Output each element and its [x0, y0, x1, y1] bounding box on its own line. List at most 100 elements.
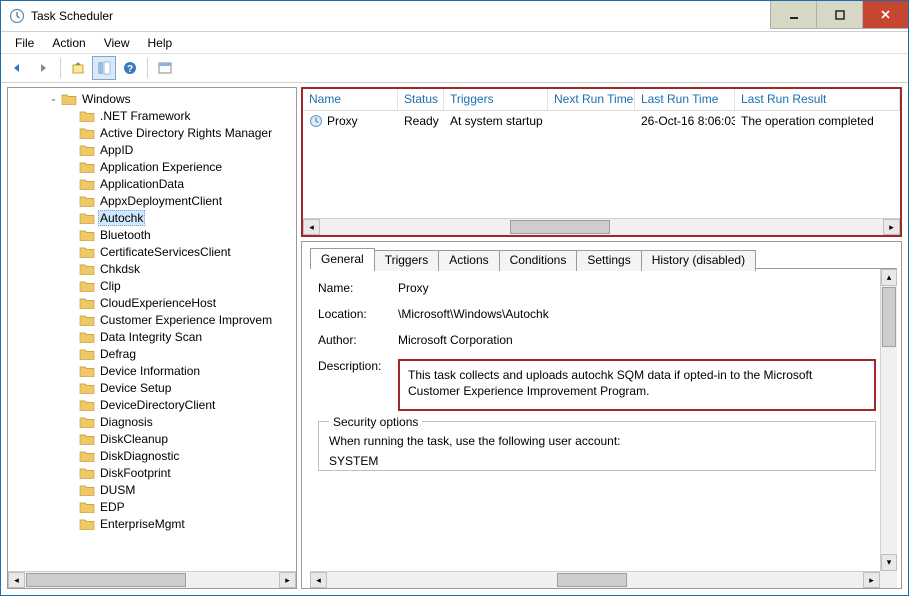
back-button[interactable]	[5, 56, 29, 80]
tree-item-label: DiskDiagnostic	[98, 449, 181, 463]
expand-icon[interactable]	[66, 467, 77, 478]
tree-item[interactable]: Chkdsk	[8, 260, 296, 277]
tree-item[interactable]: DUSM	[8, 481, 296, 498]
tree-item[interactable]: Clip	[8, 277, 296, 294]
tree-pane: ⌄Windows.NET FrameworkActive Directory R…	[7, 87, 297, 589]
tree-hscroll[interactable]: ◂ ▸	[8, 571, 296, 588]
tree-item[interactable]: AppID	[8, 141, 296, 158]
detail-vscroll[interactable]: ▴ ▾	[880, 269, 897, 571]
expand-icon[interactable]: ⌄	[48, 93, 59, 104]
folder-icon	[79, 381, 95, 395]
scroll-left-icon[interactable]: ◂	[8, 572, 25, 588]
maximize-button[interactable]	[816, 1, 862, 29]
tab-actions[interactable]: Actions	[438, 250, 499, 271]
tasklist-hscroll[interactable]: ◂ ▸	[303, 218, 900, 235]
expand-icon[interactable]	[66, 297, 77, 308]
menu-action[interactable]: Action	[44, 34, 93, 52]
expand-icon[interactable]	[66, 161, 77, 172]
expand-icon[interactable]	[66, 314, 77, 325]
expand-icon[interactable]	[66, 365, 77, 376]
general-form: Name: Proxy Location: \Microsoft\Windows…	[310, 269, 880, 571]
expand-icon[interactable]	[66, 178, 77, 189]
expand-icon[interactable]	[66, 331, 77, 342]
scroll-right-icon[interactable]: ▸	[883, 219, 900, 235]
tree-item[interactable]: EnterpriseMgmt	[8, 515, 296, 532]
detail-hscroll[interactable]: ◂ ▸	[310, 571, 880, 588]
expand-icon[interactable]	[66, 110, 77, 121]
tree-item[interactable]: Diagnosis	[8, 413, 296, 430]
tree-item[interactable]: EDP	[8, 498, 296, 515]
up-button[interactable]	[66, 56, 90, 80]
expand-icon[interactable]	[66, 450, 77, 461]
column-headers[interactable]: Name Status Triggers Next Run Time Last …	[303, 89, 900, 111]
scroll-down-icon[interactable]: ▾	[881, 554, 897, 571]
scroll-right-icon[interactable]: ▸	[279, 572, 296, 588]
scroll-left-icon[interactable]: ◂	[310, 572, 327, 588]
refresh-button[interactable]	[153, 56, 177, 80]
tree-item[interactable]: Customer Experience Improvem	[8, 311, 296, 328]
col-next[interactable]: Next Run Time	[548, 89, 635, 110]
task-row[interactable]: Proxy Ready At system startup 26-Oct-16 …	[303, 111, 900, 130]
tree-item[interactable]: .NET Framework	[8, 107, 296, 124]
menu-help[interactable]: Help	[140, 34, 181, 52]
col-result[interactable]: Last Run Result	[735, 89, 900, 110]
tree-item[interactable]: CertificateServicesClient	[8, 243, 296, 260]
tree-item[interactable]: AppxDeploymentClient	[8, 192, 296, 209]
scroll-right-icon[interactable]: ▸	[863, 572, 880, 588]
tab-triggers[interactable]: Triggers	[374, 250, 440, 271]
tree-item[interactable]: CloudExperienceHost	[8, 294, 296, 311]
tree-item[interactable]: Bluetooth	[8, 226, 296, 243]
expand-icon[interactable]	[66, 212, 77, 223]
help-button[interactable]: ?	[118, 56, 142, 80]
tree-item[interactable]: Device Information	[8, 362, 296, 379]
expand-icon[interactable]	[66, 263, 77, 274]
folder-icon	[79, 160, 95, 174]
minimize-button[interactable]	[770, 1, 816, 29]
tree-item[interactable]: Device Setup	[8, 379, 296, 396]
folder-tree[interactable]: ⌄Windows.NET FrameworkActive Directory R…	[8, 88, 296, 571]
expand-icon[interactable]	[66, 433, 77, 444]
expand-icon[interactable]	[66, 501, 77, 512]
close-button[interactable]	[862, 1, 908, 29]
properties-button[interactable]	[92, 56, 116, 80]
tree-item[interactable]: ⌄Windows	[8, 90, 296, 107]
scroll-up-icon[interactable]: ▴	[881, 269, 897, 286]
tree-item[interactable]: DiskFootprint	[8, 464, 296, 481]
expand-icon[interactable]	[66, 195, 77, 206]
expand-icon[interactable]	[66, 416, 77, 427]
tree-item[interactable]: Application Experience	[8, 158, 296, 175]
col-triggers[interactable]: Triggers	[444, 89, 548, 110]
menu-view[interactable]: View	[96, 34, 138, 52]
tree-item[interactable]: Defrag	[8, 345, 296, 362]
expand-icon[interactable]	[66, 127, 77, 138]
expand-icon[interactable]	[66, 348, 77, 359]
expand-icon[interactable]	[66, 280, 77, 291]
tree-item[interactable]: Data Integrity Scan	[8, 328, 296, 345]
forward-button[interactable]	[31, 56, 55, 80]
tree-item[interactable]: Autochk	[8, 209, 296, 226]
expand-icon[interactable]	[66, 518, 77, 529]
folder-icon	[79, 211, 95, 225]
col-name[interactable]: Name	[303, 89, 398, 110]
tree-item[interactable]: DiskCleanup	[8, 430, 296, 447]
scroll-left-icon[interactable]: ◂	[303, 219, 320, 235]
tree-item[interactable]: DeviceDirectoryClient	[8, 396, 296, 413]
tree-item[interactable]: ApplicationData	[8, 175, 296, 192]
expand-icon[interactable]	[66, 144, 77, 155]
tab-conditions[interactable]: Conditions	[499, 250, 578, 271]
expand-icon[interactable]	[66, 382, 77, 393]
expand-icon[interactable]	[66, 246, 77, 257]
col-last[interactable]: Last Run Time	[635, 89, 735, 110]
expand-icon[interactable]	[66, 229, 77, 240]
security-options: Security options When running the task, …	[318, 421, 876, 471]
tab-general[interactable]: General	[310, 248, 375, 269]
tab-settings[interactable]: Settings	[576, 250, 641, 271]
expand-icon[interactable]	[66, 399, 77, 410]
expand-icon[interactable]	[66, 484, 77, 495]
menu-file[interactable]: File	[7, 34, 42, 52]
col-status[interactable]: Status	[398, 89, 444, 110]
tab-history[interactable]: History (disabled)	[641, 250, 756, 271]
tree-item-label: Bluetooth	[98, 228, 153, 242]
tree-item[interactable]: Active Directory Rights Manager	[8, 124, 296, 141]
tree-item[interactable]: DiskDiagnostic	[8, 447, 296, 464]
